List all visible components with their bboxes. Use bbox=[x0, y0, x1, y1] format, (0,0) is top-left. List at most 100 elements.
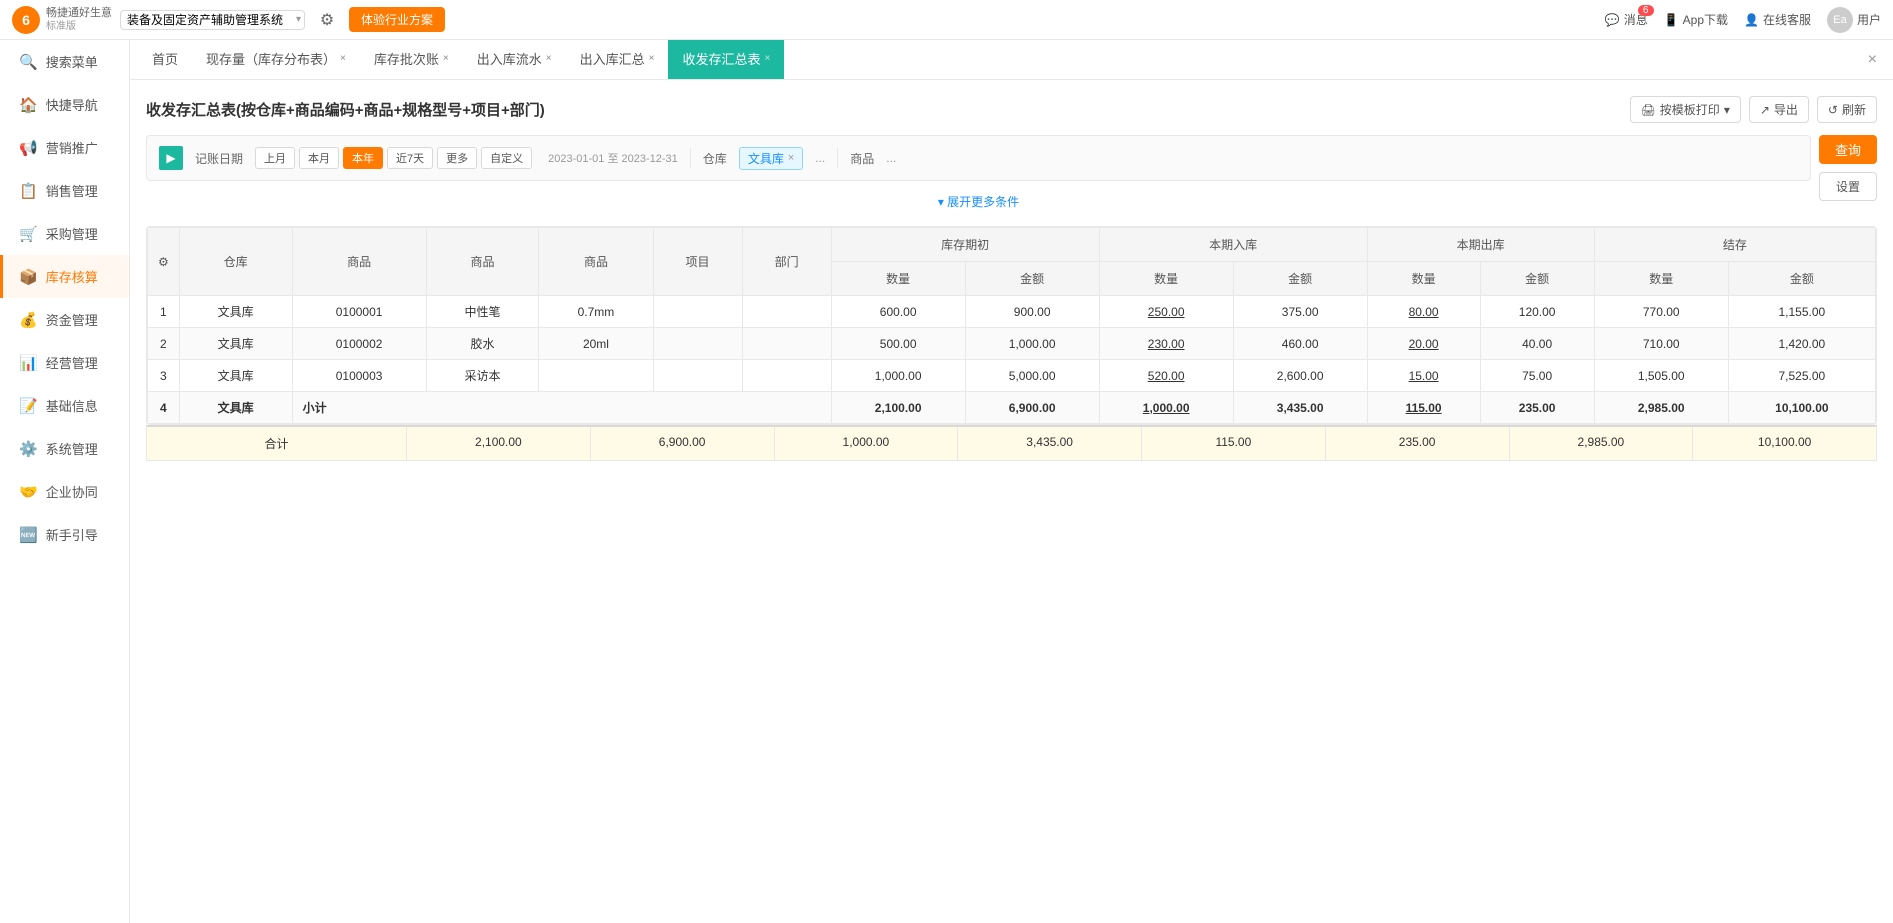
col-init-qty: 数量 bbox=[831, 262, 965, 296]
col-group-out: 本期出库 bbox=[1367, 228, 1594, 262]
sidebar-item-purchase[interactable]: 🛒采购管理 bbox=[0, 212, 129, 255]
tab-close-batch-account[interactable]: × bbox=[443, 53, 449, 64]
subtotal-row: 4 文具库 小计 2,100.00 6,900.00 1,000.00 3,43… bbox=[148, 392, 1876, 424]
try-button[interactable]: 体验行业方案 bbox=[349, 7, 445, 32]
tab-collect-summary[interactable]: 收发存汇总表× bbox=[668, 40, 784, 79]
sidebar-item-sales[interactable]: 📋销售管理 bbox=[0, 169, 129, 212]
sidebar-item-operations[interactable]: 📊 经营管理 bbox=[0, 341, 129, 384]
print-button[interactable]: 🖨 按模板打印 ▾ bbox=[1630, 96, 1741, 123]
system-select-wrap[interactable]: 装备及固定资产辅助管理系统 bbox=[120, 10, 305, 30]
date-btn-last-month[interactable]: 上月 bbox=[255, 147, 295, 169]
row-in-qty[interactable]: 250.00 bbox=[1099, 296, 1233, 328]
col-project: 项目 bbox=[653, 228, 742, 296]
content-area: 首页现存量（库存分布表）×库存批次账×出入库流水×出入库汇总×收发存汇总表×× … bbox=[130, 40, 1893, 923]
sidebar-icon-finance: 💰 bbox=[19, 311, 38, 329]
sidebar-icon-cooperation: 🤝 bbox=[19, 483, 38, 501]
sidebar-label-operations: 经营管理 bbox=[46, 353, 98, 372]
sidebar-item-inventory[interactable]: 📦库存核算 bbox=[0, 255, 129, 298]
query-panel: 查询 设置 bbox=[1819, 135, 1877, 214]
row-end-amt: 1,155.00 bbox=[1728, 296, 1875, 328]
row-in-qty[interactable]: 230.00 bbox=[1099, 328, 1233, 360]
tab-close-inventory-dist[interactable]: × bbox=[340, 53, 346, 64]
export-icon: ↗ bbox=[1760, 103, 1770, 117]
subtotal-end-amt: 10,100.00 bbox=[1728, 392, 1875, 424]
row-in-qty[interactable]: 520.00 bbox=[1099, 360, 1233, 392]
export-button[interactable]: ↗ 导出 bbox=[1749, 96, 1809, 123]
tab-inventory-dist[interactable]: 现存量（库存分布表）× bbox=[192, 40, 360, 79]
col-in-qty: 数量 bbox=[1099, 262, 1233, 296]
tab-batch-account[interactable]: 库存批次账× bbox=[360, 40, 463, 79]
system-select[interactable]: 装备及固定资产辅助管理系统 bbox=[120, 10, 305, 30]
subtotal-init-amt: 6,900.00 bbox=[965, 392, 1099, 424]
app-download-button[interactable]: 📱 App下载 bbox=[1664, 11, 1728, 28]
col-init-amt: 金额 bbox=[965, 262, 1099, 296]
sidebar-item-quick-nav[interactable]: 🏠快捷导航 bbox=[0, 83, 129, 126]
sidebar-item-marketing[interactable]: 📢营销推广 bbox=[0, 126, 129, 169]
user-avatar: Ea bbox=[1827, 7, 1853, 33]
brand-name: 畅捷通好生意 标准版 bbox=[46, 6, 112, 33]
sidebar-label-system: 系统管理 bbox=[46, 439, 98, 458]
set-button[interactable]: 设置 bbox=[1819, 172, 1877, 201]
query-button[interactable]: 查询 bbox=[1819, 135, 1877, 164]
row-code: 0100001 bbox=[292, 296, 426, 328]
subtotal-out-qty[interactable]: 115.00 bbox=[1367, 392, 1480, 424]
col-dept: 部门 bbox=[742, 228, 831, 296]
warehouse-more[interactable]: ... bbox=[815, 151, 825, 165]
close-all-tabs-button[interactable]: × bbox=[1860, 51, 1885, 69]
user-area[interactable]: Ea 用户 bbox=[1827, 7, 1881, 33]
col-spec: 商品 bbox=[539, 228, 653, 296]
row-out-qty[interactable]: 80.00 bbox=[1367, 296, 1480, 328]
online-service-button[interactable]: 👤 在线客服 bbox=[1744, 11, 1811, 28]
sidebar-icon-inventory: 📦 bbox=[19, 268, 38, 286]
date-btn-this-year[interactable]: 本年 bbox=[343, 147, 383, 169]
row-out-amt: 40.00 bbox=[1480, 328, 1594, 360]
sidebar-item-guide[interactable]: 🆕新手引导 bbox=[0, 513, 129, 556]
expand-conditions-button[interactable]: ▾ 展开更多条件 bbox=[930, 189, 1027, 214]
date-btn-this-month[interactable]: 本月 bbox=[299, 147, 339, 169]
page-title-bar: 收发存汇总表(按仓库+商品编码+商品+规格型号+项目+部门) 🖨 按模板打印 ▾… bbox=[146, 96, 1877, 123]
row-out-qty[interactable]: 20.00 bbox=[1367, 328, 1480, 360]
date-range-display: 2023-01-01 至 2023-12-31 bbox=[548, 150, 678, 166]
row-project bbox=[653, 328, 742, 360]
row-init-amt: 900.00 bbox=[965, 296, 1099, 328]
sidebar-icon-operations: 📊 bbox=[19, 354, 38, 372]
warehouse-tag-close[interactable]: × bbox=[788, 152, 794, 164]
sidebar-item-finance[interactable]: 💰资金管理 bbox=[0, 298, 129, 341]
sidebar-item-cooperation[interactable]: 🤝企业协同 bbox=[0, 470, 129, 513]
sidebar-item-search[interactable]: 🔍搜索菜单 bbox=[0, 40, 129, 83]
messages-badge: 6 bbox=[1638, 5, 1654, 16]
footer-total: 合计 2,100.00 6,900.00 1,000.00 3,435.00 1… bbox=[146, 425, 1877, 461]
date-btn-7days[interactable]: 近7天 bbox=[387, 147, 433, 169]
gear-icon[interactable]: ⚙ bbox=[313, 6, 341, 34]
messages-button[interactable]: 💬 消息 6 bbox=[1605, 11, 1648, 28]
subtotal-in-qty[interactable]: 1,000.00 bbox=[1099, 392, 1233, 424]
refresh-button[interactable]: ↺ 刷新 bbox=[1817, 96, 1877, 123]
date-btn-more[interactable]: 更多 bbox=[437, 147, 477, 169]
page-inner: 收发存汇总表(按仓库+商品编码+商品+规格型号+项目+部门) 🖨 按模板打印 ▾… bbox=[130, 80, 1893, 923]
sidebar-icon-quick-nav: 🏠 bbox=[19, 96, 38, 114]
footer-in-amt: 3,435.00 bbox=[958, 427, 1142, 460]
col-group-end: 结存 bbox=[1594, 228, 1875, 262]
sidebar-item-basic-info[interactable]: 📝基础信息 bbox=[0, 384, 129, 427]
tab-home[interactable]: 首页 bbox=[138, 40, 192, 79]
tab-close-inout-summary[interactable]: × bbox=[649, 53, 655, 64]
date-btn-custom[interactable]: 自定义 bbox=[481, 147, 532, 169]
sidebar-label-search: 搜索菜单 bbox=[46, 52, 98, 71]
tab-close-inout-flow[interactable]: × bbox=[546, 53, 552, 64]
sidebar-label-basic-info: 基础信息 bbox=[46, 396, 98, 415]
filter-bar: ▶ 记账日期 上月 本月 本年 近7天 更多 自定义 2023-01-01 至 … bbox=[146, 135, 1811, 181]
warehouse-tag[interactable]: 文具库 × bbox=[739, 147, 803, 170]
sidebar-item-system[interactable]: ⚙️系统管理 bbox=[0, 427, 129, 470]
product-more[interactable]: ... bbox=[886, 151, 896, 165]
main-layout: 🔍搜索菜单🏠快捷导航📢营销推广📋销售管理🛒采购管理📦库存核算💰资金管理 📊 经营管理… bbox=[0, 40, 1893, 923]
table-settings-header[interactable]: ⚙ bbox=[148, 228, 180, 296]
tab-inout-summary[interactable]: 出入库汇总× bbox=[566, 40, 669, 79]
row-out-qty[interactable]: 15.00 bbox=[1367, 360, 1480, 392]
data-table: ⚙ 仓库 商品 商品 商品 项目 部门 库存期初 本期入库 本期出库 结存 bbox=[147, 227, 1876, 424]
product-filter-label: 商品 bbox=[850, 150, 874, 167]
row-init-amt: 1,000.00 bbox=[965, 328, 1099, 360]
sidebar: 🔍搜索菜单🏠快捷导航📢营销推广📋销售管理🛒采购管理📦库存核算💰资金管理 📊 经营管理… bbox=[0, 40, 130, 923]
tab-inout-flow[interactable]: 出入库流水× bbox=[463, 40, 566, 79]
tab-close-collect-summary[interactable]: × bbox=[764, 53, 770, 64]
filter-toggle-button[interactable]: ▶ bbox=[159, 146, 183, 170]
